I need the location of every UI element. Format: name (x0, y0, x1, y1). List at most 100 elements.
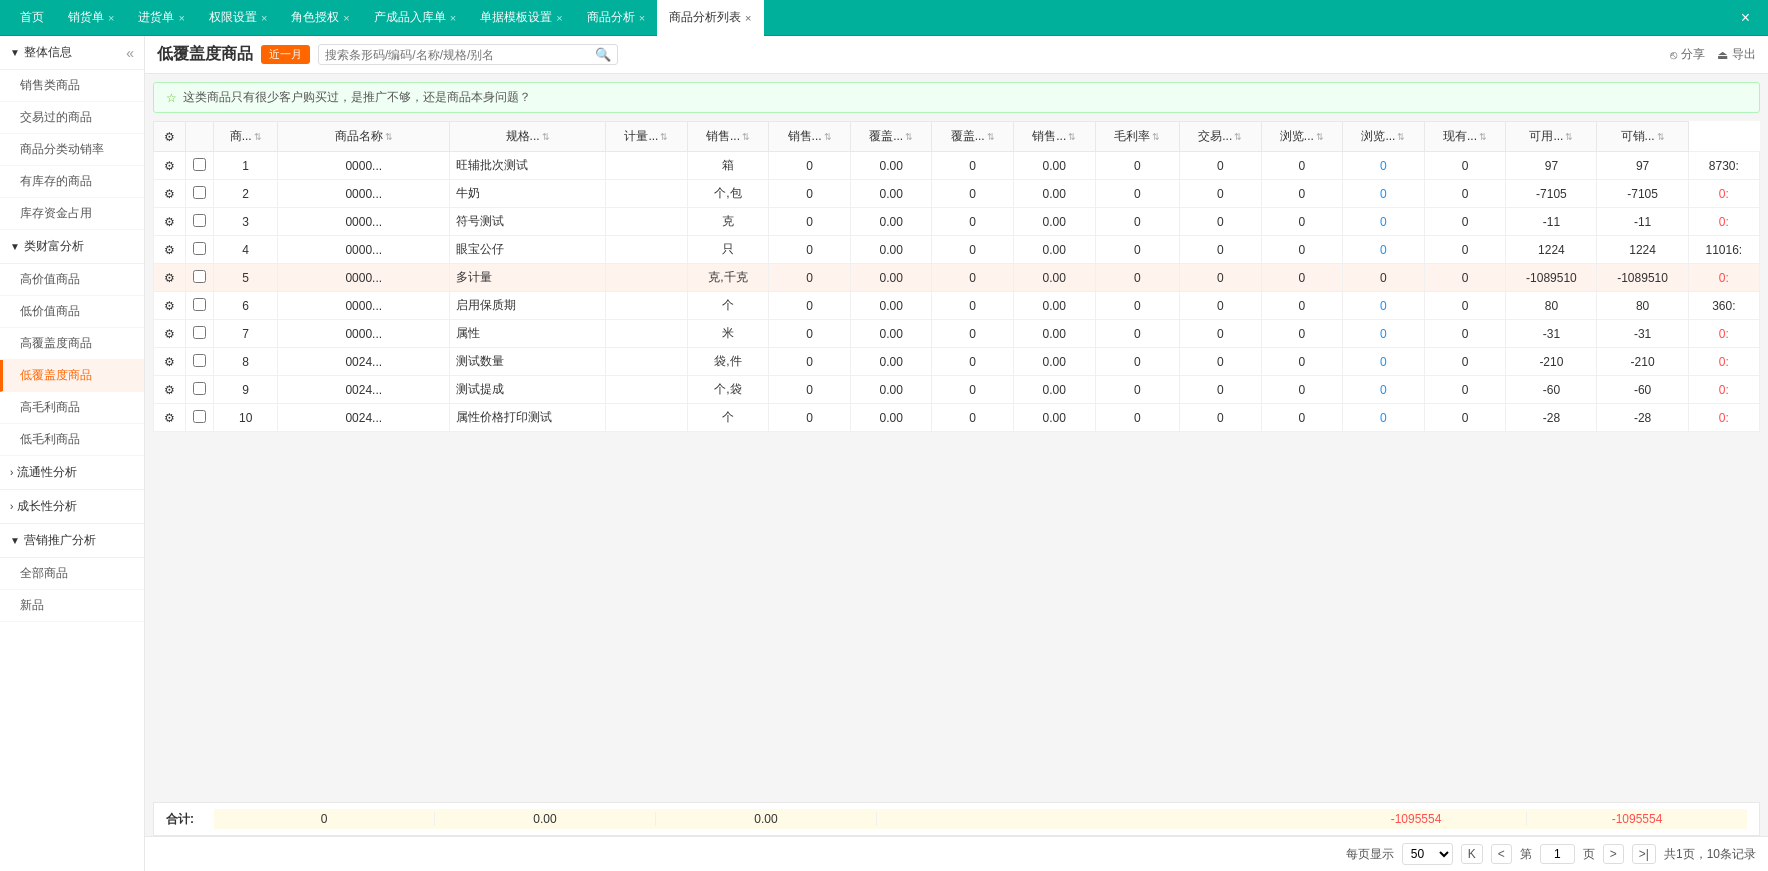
sidebar-promo-analysis-header[interactable]: ▼ 营销推广分析 (0, 524, 144, 558)
window-close-button[interactable]: × (1731, 9, 1760, 27)
nav-template-settings[interactable]: 单据模板设置 × (468, 0, 574, 36)
sidebar-item-low-coverage[interactable]: 低覆盖度商品 (0, 360, 144, 392)
row-settings[interactable]: ⚙ (154, 236, 186, 264)
col-coverage1[interactable]: 覆盖...⇅ (850, 122, 932, 152)
row-curr: -11 (1506, 208, 1597, 236)
nav-purchase-order[interactable]: 进货单 × (126, 0, 196, 36)
col-sales-amt[interactable]: 销售...⇅ (769, 122, 851, 152)
row-browse1[interactable]: 0 (1343, 152, 1425, 180)
row-browse1[interactable]: 0 (1343, 180, 1425, 208)
row-settings[interactable]: ⚙ (154, 348, 186, 376)
col-sales3[interactable]: 销售...⇅ (1014, 122, 1096, 152)
search-input[interactable] (325, 48, 591, 62)
row-settings[interactable]: ⚙ (154, 180, 186, 208)
row-browse1[interactable]: 0 (1343, 348, 1425, 376)
sidebar-item-stock-capital[interactable]: 库存资金占用 (0, 198, 144, 230)
page-number-input[interactable] (1540, 844, 1575, 864)
nav-product-analysis[interactable]: 商品分析 × (575, 0, 657, 36)
col-coverage2[interactable]: 覆盖...⇅ (932, 122, 1014, 152)
row-settings[interactable]: ⚙ (154, 404, 186, 432)
sidebar-item-category-sales-rate[interactable]: 商品分类动销率 (0, 134, 144, 166)
close-sales-order-icon[interactable]: × (108, 12, 114, 24)
row-checkbox[interactable] (186, 236, 214, 264)
sidebar-item-high-coverage[interactable]: 高覆盖度商品 (0, 328, 144, 360)
col-code[interactable]: 商...⇅ (214, 122, 278, 152)
col-trade[interactable]: 交易...⇅ (1180, 122, 1262, 152)
sidebar-flow-analysis-header[interactable]: › 流通性分析 (0, 456, 144, 490)
row-unit: 箱 (687, 152, 769, 180)
col-spec[interactable]: 规格...⇅ (450, 122, 606, 152)
row-settings[interactable]: ⚙ (154, 152, 186, 180)
close-finished-goods-icon[interactable]: × (450, 12, 456, 24)
col-gross-margin[interactable]: 毛利率⇅ (1095, 122, 1179, 152)
prev-page-button[interactable]: < (1491, 844, 1512, 864)
sidebar-item-sales-goods[interactable]: 销售类商品 (0, 70, 144, 102)
sidebar-item-high-value[interactable]: 高价值商品 (0, 264, 144, 296)
row-checkbox[interactable] (186, 208, 214, 236)
row-settings[interactable]: ⚙ (154, 292, 186, 320)
sidebar-item-low-margin[interactable]: 低毛利商品 (0, 424, 144, 456)
row-browse2: 0 (1424, 208, 1506, 236)
sidebar-item-new-goods[interactable]: 新品 (0, 590, 144, 622)
nav-product-analysis-list[interactable]: 商品分析列表 × (657, 0, 763, 36)
row-checkbox[interactable] (186, 292, 214, 320)
share-button[interactable]: ⎋ 分享 (1670, 46, 1705, 63)
close-product-analysis-icon[interactable]: × (639, 12, 645, 24)
sidebar-item-high-margin[interactable]: 高毛利商品 (0, 392, 144, 424)
row-browse1[interactable]: 0 (1343, 264, 1425, 292)
row-checkbox[interactable] (186, 320, 214, 348)
nav-role-auth[interactable]: 角色授权 × (279, 0, 361, 36)
col-available-stock[interactable]: 可用...⇅ (1506, 122, 1597, 152)
nav-sales-order[interactable]: 销货单 × (56, 0, 126, 36)
sidebar-overall-header[interactable]: ▼ 整体信息 « (0, 36, 144, 70)
nav-home[interactable]: 首页 (8, 0, 56, 36)
row-checkbox[interactable] (186, 264, 214, 292)
col-unit[interactable]: 计量...⇅ (606, 122, 688, 152)
row-settings[interactable]: ⚙ (154, 208, 186, 236)
sidebar-collapse-icon[interactable]: « (126, 45, 134, 61)
nav-finished-goods[interactable]: 产成品入库单 × (362, 0, 468, 36)
col-browse2[interactable]: 浏览...⇅ (1343, 122, 1425, 152)
next-page-button[interactable]: > (1603, 844, 1624, 864)
close-role-auth-icon[interactable]: × (343, 12, 349, 24)
row-settings[interactable]: ⚙ (154, 320, 186, 348)
row-sales-qty: 0 (769, 180, 851, 208)
sidebar-sales-analysis-header[interactable]: ▼ 类财富分析 (0, 230, 144, 264)
table-wrapper[interactable]: ⚙ 商...⇅ 商品名称⇅ 规格...⇅ 计量...⇅ 销售...⇅ 销售...… (153, 121, 1760, 802)
close-template-settings-icon[interactable]: × (556, 12, 562, 24)
row-checkbox[interactable] (186, 152, 214, 180)
col-name[interactable]: 商品名称⇅ (278, 122, 450, 152)
close-purchase-order-icon[interactable]: × (178, 12, 184, 24)
row-checkbox[interactable] (186, 404, 214, 432)
row-browse1[interactable]: 0 (1343, 208, 1425, 236)
per-page-select[interactable]: 50 100 (1402, 843, 1453, 865)
sidebar-item-low-value[interactable]: 低价值商品 (0, 296, 144, 328)
row-checkbox[interactable] (186, 180, 214, 208)
row-browse1[interactable]: 0 (1343, 292, 1425, 320)
col-settings[interactable]: ⚙ (154, 122, 186, 152)
sidebar-item-in-stock-goods[interactable]: 有库存的商品 (0, 166, 144, 198)
search-box: 🔍 (318, 44, 618, 65)
row-browse1[interactable]: 0 (1343, 404, 1425, 432)
sidebar-growth-analysis-header[interactable]: › 成长性分析 (0, 490, 144, 524)
export-button[interactable]: ⏏ 导出 (1717, 46, 1756, 63)
col-sellable[interactable]: 可销...⇅ (1597, 122, 1688, 152)
row-settings[interactable]: ⚙ (154, 264, 186, 292)
row-checkbox[interactable] (186, 348, 214, 376)
row-settings[interactable]: ⚙ (154, 376, 186, 404)
row-browse1[interactable]: 0 (1343, 236, 1425, 264)
row-browse1[interactable]: 0 (1343, 320, 1425, 348)
first-page-button[interactable]: K (1461, 844, 1483, 864)
sidebar-item-all-goods[interactable]: 全部商品 (0, 558, 144, 590)
col-current-stock[interactable]: 现有...⇅ (1424, 122, 1506, 152)
sidebar-item-traded-goods[interactable]: 交易过的商品 (0, 102, 144, 134)
row-browse1[interactable]: 0 (1343, 376, 1425, 404)
nav-permission[interactable]: 权限设置 × (197, 0, 279, 36)
close-permission-icon[interactable]: × (261, 12, 267, 24)
col-sales-qty[interactable]: 销售...⇅ (687, 122, 769, 152)
period-button[interactable]: 近一月 (261, 45, 310, 64)
row-checkbox[interactable] (186, 376, 214, 404)
last-page-button[interactable]: >| (1632, 844, 1656, 864)
col-browse1[interactable]: 浏览...⇅ (1261, 122, 1343, 152)
close-product-analysis-list-icon[interactable]: × (745, 12, 751, 24)
